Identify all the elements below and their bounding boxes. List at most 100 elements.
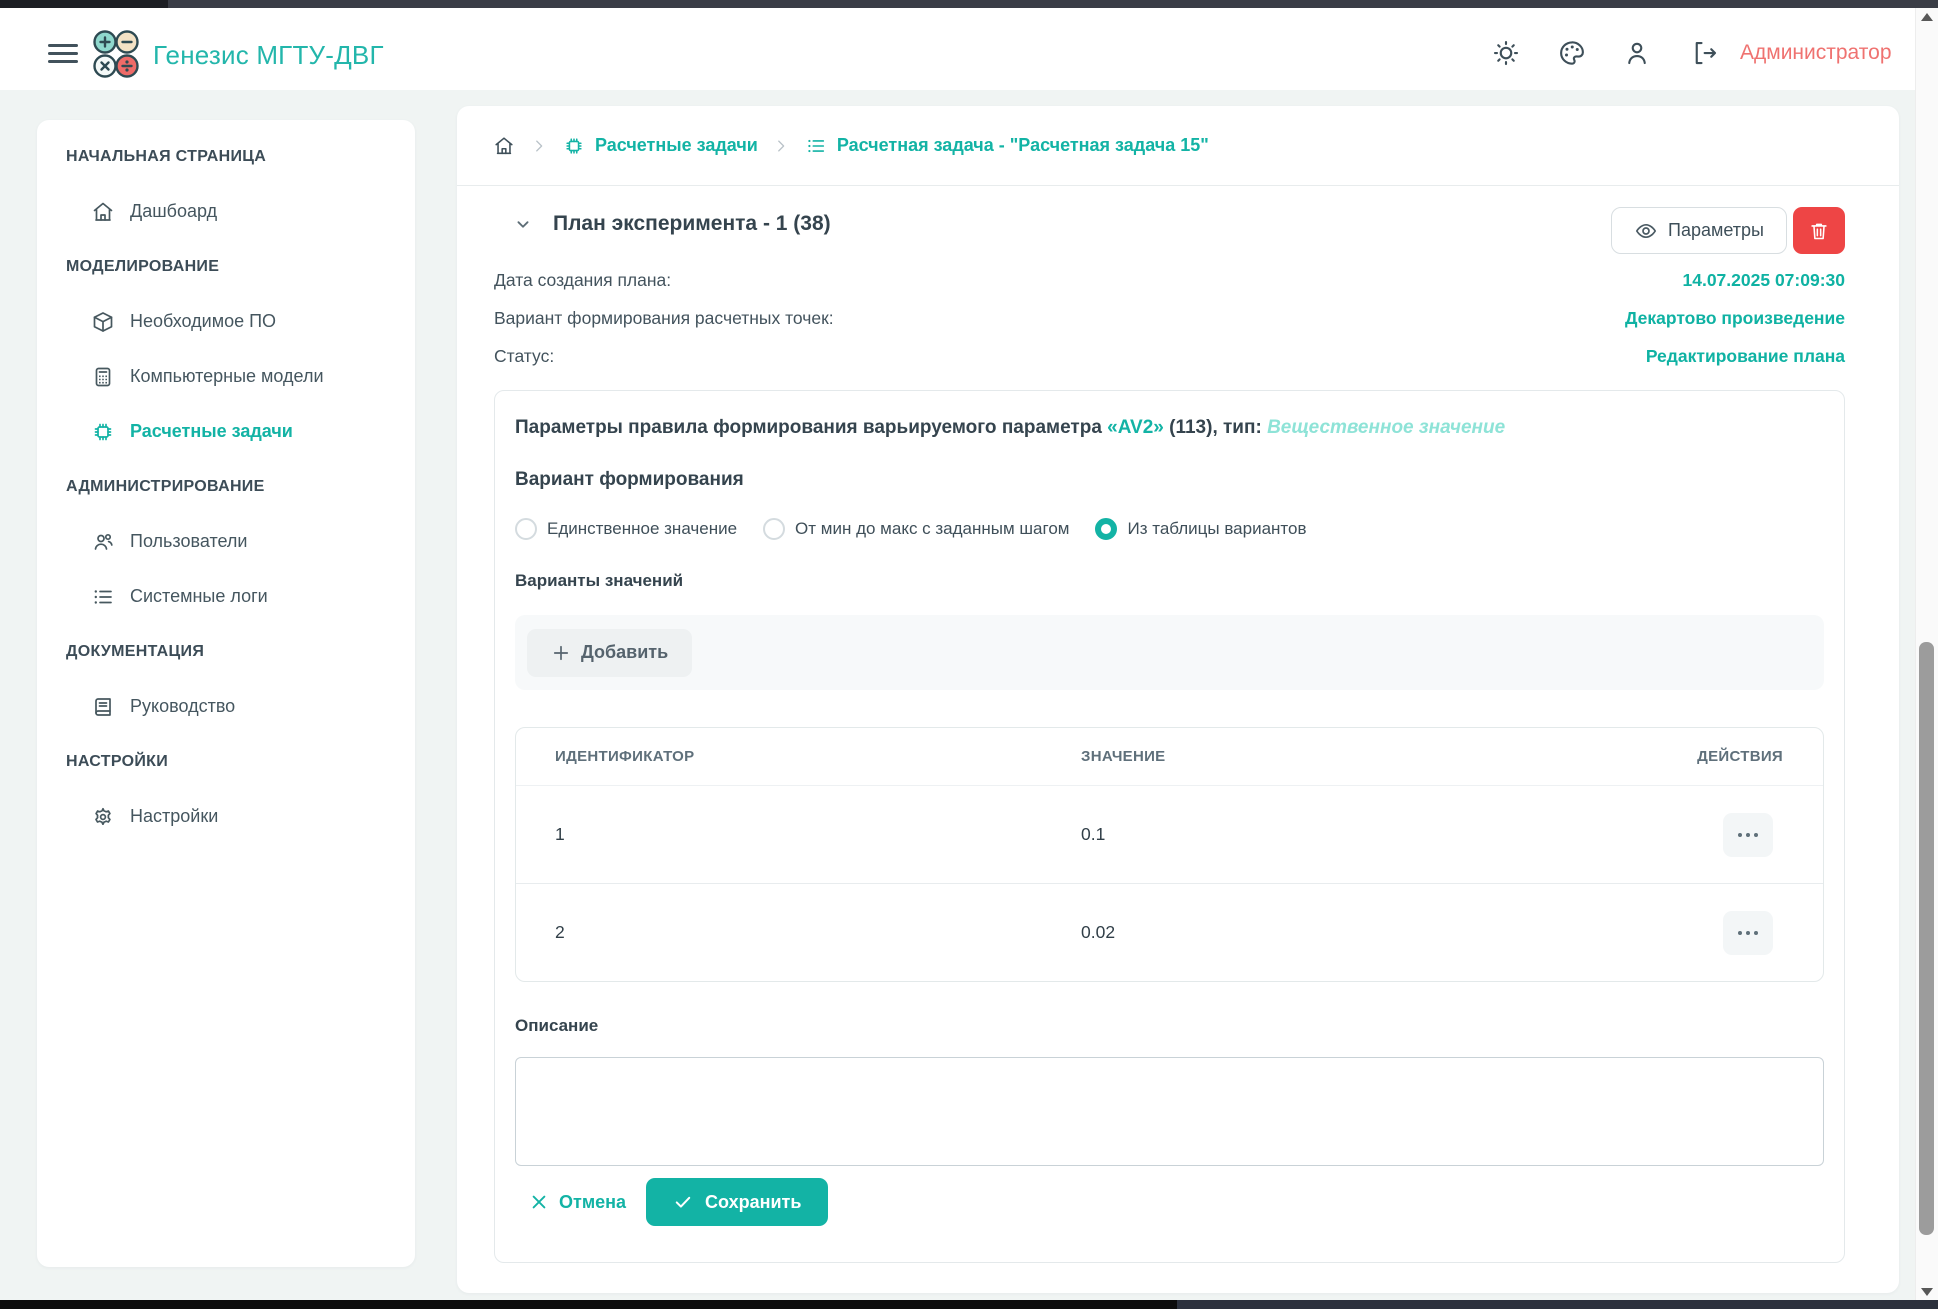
chevron-right-icon <box>772 137 790 155</box>
sidebar-item-label: Необходимое ПО <box>130 311 277 331</box>
description-label: Описание <box>515 1016 599 1035</box>
home-icon <box>492 134 516 158</box>
sidebar: НАЧАЛЬНАЯ СТРАНИЦА Дашбоард МОДЕЛИРОВАНИЕ Н… <box>37 120 415 1267</box>
parameters-button[interactable]: Параметры <box>1611 207 1787 254</box>
breadcrumb: Расчетные задачи Расчетная задача - "Расч… <box>492 106 1209 185</box>
form-param-type: Вещественное значение <box>1267 417 1506 438</box>
breadcrumb-item[interactable] <box>492 134 516 158</box>
parameter-rule-form: Параметры правила формирования варьируем… <box>494 390 1845 1263</box>
sidebar-item-list[interactable]: Системные логи <box>37 569 415 624</box>
form-param-name: «AV2» <box>1107 417 1164 438</box>
table-column-header: ДЕЙСТВИЯ <box>1697 748 1783 765</box>
hamburger-menu-icon[interactable] <box>48 44 78 63</box>
sidebar-item-label: Пользователи <box>130 531 248 551</box>
sidebar-section-label: ДОКУМЕНТАЦИЯ <box>66 642 205 660</box>
radio-option[interactable]: От мин до макс с заданным шагом <box>763 518 1069 540</box>
form-title-prefix: Параметры правила формирования варьируем… <box>515 417 1108 438</box>
scrollbar-thumb[interactable] <box>1919 642 1934 1235</box>
sidebar-item-gear[interactable]: Настройки <box>37 789 415 844</box>
breadcrumb-item-label: Расчетная задача - "Расчетная задача 15" <box>836 135 1209 155</box>
table-row: 2 0.02 <box>516 883 1823 981</box>
chip-icon <box>90 419 116 445</box>
sidebar-item-home[interactable]: Дашбоард <box>37 184 415 239</box>
radio-option[interactable]: Из таблицы вариантов <box>1095 518 1307 540</box>
app-logo-icon <box>90 29 142 79</box>
radio-option[interactable]: Единственное значение <box>515 518 737 540</box>
row-actions-button[interactable] <box>1723 910 1773 955</box>
sidebar-item-calculator[interactable]: Компьютерные модели <box>37 349 415 404</box>
plan-info-label: Статус: <box>494 345 555 366</box>
list-icon <box>90 584 116 610</box>
plan-info-label: Дата создания плана: <box>494 269 672 290</box>
scrollbar-up-arrow[interactable] <box>1921 13 1933 21</box>
sidebar-item-chip[interactable]: Расчетные задачи <box>37 404 415 459</box>
sidebar-item-label: Расчетные задачи <box>130 421 293 441</box>
theme-brightness-icon[interactable] <box>1491 38 1521 68</box>
app-header: Генезис МГТУ-ДВГ Администратор <box>0 8 1915 90</box>
add-value-button[interactable]: Добавить <box>527 628 693 677</box>
window-top-edge <box>0 0 1938 8</box>
scrollbar-down-arrow[interactable] <box>1921 1288 1933 1296</box>
values-section-label: Варианты значений <box>515 571 684 590</box>
package-icon <box>90 309 116 335</box>
plan-info-row: Вариант формирования расчетных точек: Дек… <box>494 299 1845 337</box>
sidebar-section-label: МОДЕЛИРОВАНИЕ <box>66 257 220 275</box>
cancel-button[interactable]: Отмена <box>529 1192 626 1213</box>
cell-value: 0.1 <box>1081 824 1106 844</box>
sidebar-item-label: Настройки <box>130 806 219 826</box>
description-textarea[interactable] <box>515 1057 1824 1166</box>
form-actions: Отмена Сохранить <box>515 1178 1824 1226</box>
user-profile-icon[interactable] <box>1622 38 1652 68</box>
home-icon <box>90 199 116 225</box>
plan-info-value: Редактирование плана <box>1645 345 1845 366</box>
users-icon <box>90 529 116 555</box>
breadcrumb-item-label: Расчетные задачи <box>595 135 758 155</box>
cancel-button-label: Отмена <box>559 1191 627 1212</box>
sidebar-item-label: Дашбоард <box>130 201 218 221</box>
sidebar-item-book[interactable]: Руководство <box>37 679 415 734</box>
sidebar-item-label: Компьютерные модели <box>130 366 324 386</box>
radio-option-label: От мин до макс с заданным шагом <box>795 519 1070 538</box>
add-value-button-label: Добавить <box>581 642 669 662</box>
app-title: Генезис МГТУ-ДВГ <box>153 40 384 70</box>
x-icon <box>529 1192 549 1212</box>
main-content-card: Расчетные задачи Расчетная задача - "Расч… <box>457 106 1899 1293</box>
sidebar-nav: НАЧАЛЬНАЯ СТРАНИЦА Дашбоард МОДЕЛИРОВАНИЕ Н… <box>37 129 415 844</box>
row-actions-button[interactable] <box>1723 812 1773 857</box>
sidebar-item-users[interactable]: Пользователи <box>37 514 415 569</box>
eye-icon <box>1634 219 1658 243</box>
table-column-header: ЗНАЧЕНИЕ <box>1081 748 1166 765</box>
breadcrumb-item[interactable]: Расчетные задачи <box>562 134 758 158</box>
list-icon <box>804 134 828 158</box>
trash-icon <box>1808 220 1830 242</box>
table-row: 1 0.1 <box>516 786 1823 883</box>
save-button[interactable]: Сохранить <box>646 1178 829 1226</box>
values-table-header: ИДЕНТИФИКАТОР ЗНАЧЕНИЕ ДЕЙСТВИЯ <box>516 728 1823 786</box>
sidebar-item-package[interactable]: Необходимое ПО <box>37 294 415 349</box>
plan-info-rows: Дата создания плана: 14.07.2025 07:09:30 В… <box>494 261 1845 375</box>
gear-icon <box>90 804 116 830</box>
radio-unselected-icon <box>515 518 537 540</box>
sidebar-section-label: НАСТРОЙКИ <box>66 752 169 770</box>
cell-identifier: 1 <box>555 824 565 844</box>
logout-icon[interactable] <box>1689 38 1719 68</box>
sidebar-item-label: Руководство <box>130 696 236 716</box>
parameters-button-label: Параметры <box>1668 220 1764 240</box>
breadcrumb-item[interactable]: Расчетная задача - "Расчетная задача 15" <box>804 134 1209 158</box>
values-table: ИДЕНТИФИКАТОР ЗНАЧЕНИЕ ДЕЙСТВИЯ 1 0.1 2 0.02 <box>515 727 1824 982</box>
variant-radio-group: Единственное значение От мин до макс с за… <box>515 518 1824 540</box>
sidebar-item-label: Системные логи <box>130 586 268 606</box>
cell-identifier: 2 <box>555 922 565 942</box>
check-icon <box>673 1192 693 1212</box>
collapse-plan-chevron-down-icon[interactable] <box>512 213 534 235</box>
values-table-body: 1 0.1 2 0.02 <box>516 786 1823 981</box>
chevron-right-icon <box>530 137 548 155</box>
plan-title: План эксперимента - 1 (38) <box>553 212 831 235</box>
current-user-label[interactable]: Администратор <box>1740 41 1892 65</box>
radio-option-label: Единственное значение <box>547 519 738 538</box>
delete-plan-button[interactable] <box>1793 207 1845 254</box>
sidebar-section-label: НАЧАЛЬНАЯ СТРАНИЦА <box>66 147 267 165</box>
radio-option-label: Из таблицы вариантов <box>1127 519 1307 538</box>
calculator-icon <box>90 364 116 390</box>
palette-icon[interactable] <box>1557 38 1587 68</box>
